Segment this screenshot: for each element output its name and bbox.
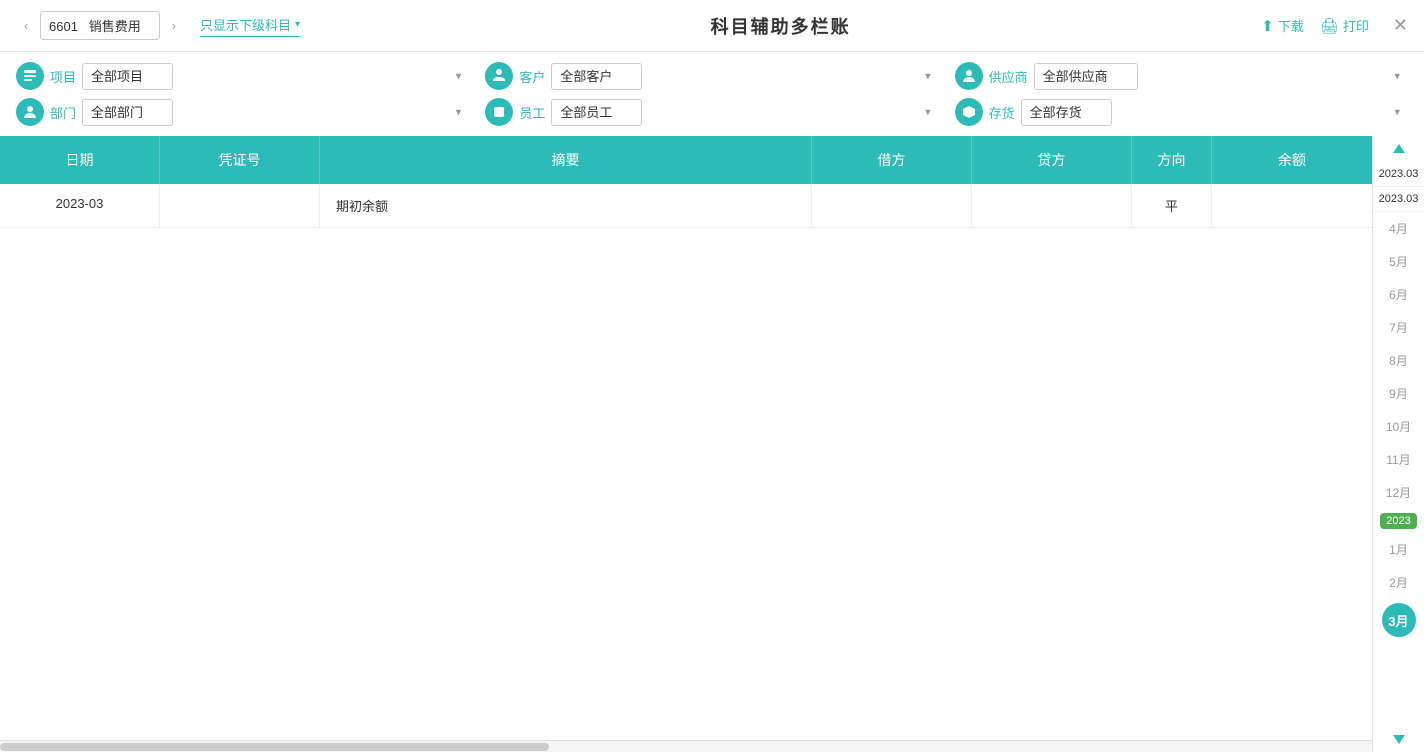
col-credit: 贷方 (972, 136, 1132, 184)
timeline-month-10[interactable]: 10月 (1373, 410, 1424, 443)
main-window: ‹ 6601 销售费用 › 只显示下级科目 ▾ 科目辅助多栏账 ⬆ 下载 🖨 打… (0, 0, 1424, 752)
col-voucher: 凭证号 (160, 136, 320, 184)
table-area: 日期 凭证号 摘要 借方 贷方 方向 余额 2023-03 期初余额 平 (0, 136, 1372, 752)
account-name: 销售费用 (89, 19, 141, 34)
cell-summary: 期初余额 (320, 184, 812, 227)
employee-icon (485, 98, 513, 126)
prev-account-button[interactable]: ‹ (16, 16, 36, 36)
timeline-period-2[interactable]: 2023.03 (1373, 187, 1424, 212)
timeline-month-11[interactable]: 11月 (1373, 443, 1424, 476)
main-content: 日期 凭证号 摘要 借方 贷方 方向 余额 2023-03 期初余额 平 (0, 136, 1424, 752)
customer-select-wrapper: 全部客户 (551, 63, 938, 90)
download-label: 下载 (1278, 16, 1304, 35)
download-button[interactable]: ⬆ 下载 (1261, 16, 1304, 35)
filter-supplier: 供应商 全部供应商 (955, 62, 1408, 90)
timeline-up-arrow[interactable] (1373, 136, 1424, 162)
filter-employee: 员工 全部员工 (485, 98, 938, 126)
timeline-month-6[interactable]: 6月 (1373, 278, 1424, 311)
cell-balance (1212, 184, 1372, 227)
supplier-label: 供应商 (989, 67, 1028, 86)
inventory-icon (955, 98, 983, 126)
inventory-label: 存货 (989, 103, 1015, 122)
project-select-wrapper: 全部项目 (82, 63, 469, 90)
inventory-select-wrapper: 全部存货 (1021, 99, 1408, 126)
filter-row-1: 项目 全部项目 客户 全部客户 (16, 62, 1408, 90)
filter-customer: 客户 全部客户 (485, 62, 938, 90)
filter-project: 项目 全部项目 (16, 62, 469, 90)
title-bar: ‹ 6601 销售费用 › 只显示下级科目 ▾ 科目辅助多栏账 ⬆ 下载 🖨 打… (0, 0, 1424, 52)
col-balance: 余额 (1212, 136, 1372, 184)
timeline-month-3-wrapper: 3月 (1382, 599, 1416, 641)
customer-select[interactable]: 全部客户 (551, 63, 642, 90)
download-icon: ⬆ (1261, 17, 1274, 35)
employee-select[interactable]: 全部员工 (551, 99, 642, 126)
supplier-select-wrapper: 全部供应商 (1034, 63, 1408, 90)
cell-date: 2023-03 (0, 184, 160, 227)
nav-controls: ‹ 6601 销售费用 › (16, 11, 184, 40)
timeline-month-7[interactable]: 7月 (1373, 311, 1424, 344)
scrollbar-thumb[interactable] (0, 743, 549, 751)
print-icon: 🖨 (1320, 17, 1339, 35)
department-icon (16, 98, 44, 126)
timeline-sidebar: 2023.03 2023.03 4月 5月 6月 7月 8月 9月 10月 11… (1372, 136, 1424, 752)
supplier-select[interactable]: 全部供应商 (1034, 63, 1138, 90)
customer-icon (485, 62, 513, 90)
cell-direction: 平 (1132, 184, 1212, 227)
cell-credit (972, 184, 1132, 227)
filter-inventory: 存货 全部存货 (955, 98, 1408, 126)
show-sub-label: 只显示下级科目 (200, 15, 291, 34)
timeline-months: 4月 5月 6月 7月 8月 9月 10月 11月 12月 2023 1月 2月… (1373, 212, 1424, 726)
project-icon (16, 62, 44, 90)
print-label: 打印 (1343, 16, 1369, 35)
print-button[interactable]: 🖨 打印 (1320, 16, 1369, 35)
account-code: 6601 (49, 19, 78, 34)
timeline-month-8[interactable]: 8月 (1373, 344, 1424, 377)
horizontal-scrollbar[interactable] (0, 740, 1372, 752)
col-direction: 方向 (1132, 136, 1212, 184)
page-title: 科目辅助多栏账 (300, 13, 1261, 39)
col-summary: 摘要 (320, 136, 812, 184)
col-date: 日期 (0, 136, 160, 184)
toolbar-actions: ⬆ 下载 🖨 打印 ✕ (1261, 15, 1408, 36)
close-button[interactable]: ✕ (1393, 15, 1408, 36)
inventory-select[interactable]: 全部存货 (1021, 99, 1112, 126)
timeline-month-2[interactable]: 2月 (1373, 566, 1424, 599)
project-select[interactable]: 全部项目 (82, 63, 173, 90)
timeline-down-arrow[interactable] (1373, 726, 1424, 752)
supplier-icon (955, 62, 983, 90)
timeline-month-1[interactable]: 1月 (1373, 533, 1424, 566)
employee-select-wrapper: 全部员工 (551, 99, 938, 126)
project-label: 项目 (50, 67, 76, 86)
filter-row-2: 部门 全部部门 员工 全部员工 (16, 98, 1408, 126)
department-label: 部门 (50, 103, 76, 122)
timeline-month-5[interactable]: 5月 (1373, 245, 1424, 278)
customer-label: 客户 (519, 67, 545, 86)
filter-department: 部门 全部部门 (16, 98, 469, 126)
table-header: 日期 凭证号 摘要 借方 贷方 方向 余额 (0, 136, 1372, 184)
account-code-name: 6601 销售费用 (40, 11, 160, 40)
timeline-month-12[interactable]: 12月 (1373, 476, 1424, 509)
year-badge-2023[interactable]: 2023 (1380, 513, 1416, 529)
timeline-month-4[interactable]: 4月 (1373, 212, 1424, 245)
department-select-wrapper: 全部部门 (82, 99, 469, 126)
cell-debit (812, 184, 972, 227)
show-sub-dropdown[interactable]: 只显示下级科目 ▾ (200, 15, 300, 37)
department-select[interactable]: 全部部门 (82, 99, 173, 126)
employee-label: 员工 (519, 103, 545, 122)
cell-voucher (160, 184, 320, 227)
filter-bar: 项目 全部项目 客户 全部客户 (0, 52, 1424, 136)
timeline-month-9[interactable]: 9月 (1373, 377, 1424, 410)
year-badge-wrapper: 2023 (1380, 509, 1416, 533)
col-debit: 借方 (812, 136, 972, 184)
timeline-period-1[interactable]: 2023.03 (1373, 162, 1424, 187)
table-row: 2023-03 期初余额 平 (0, 184, 1372, 228)
next-account-button[interactable]: › (164, 16, 184, 36)
table-body: 2023-03 期初余额 平 (0, 184, 1372, 740)
timeline-month-3-active[interactable]: 3月 (1382, 603, 1416, 637)
